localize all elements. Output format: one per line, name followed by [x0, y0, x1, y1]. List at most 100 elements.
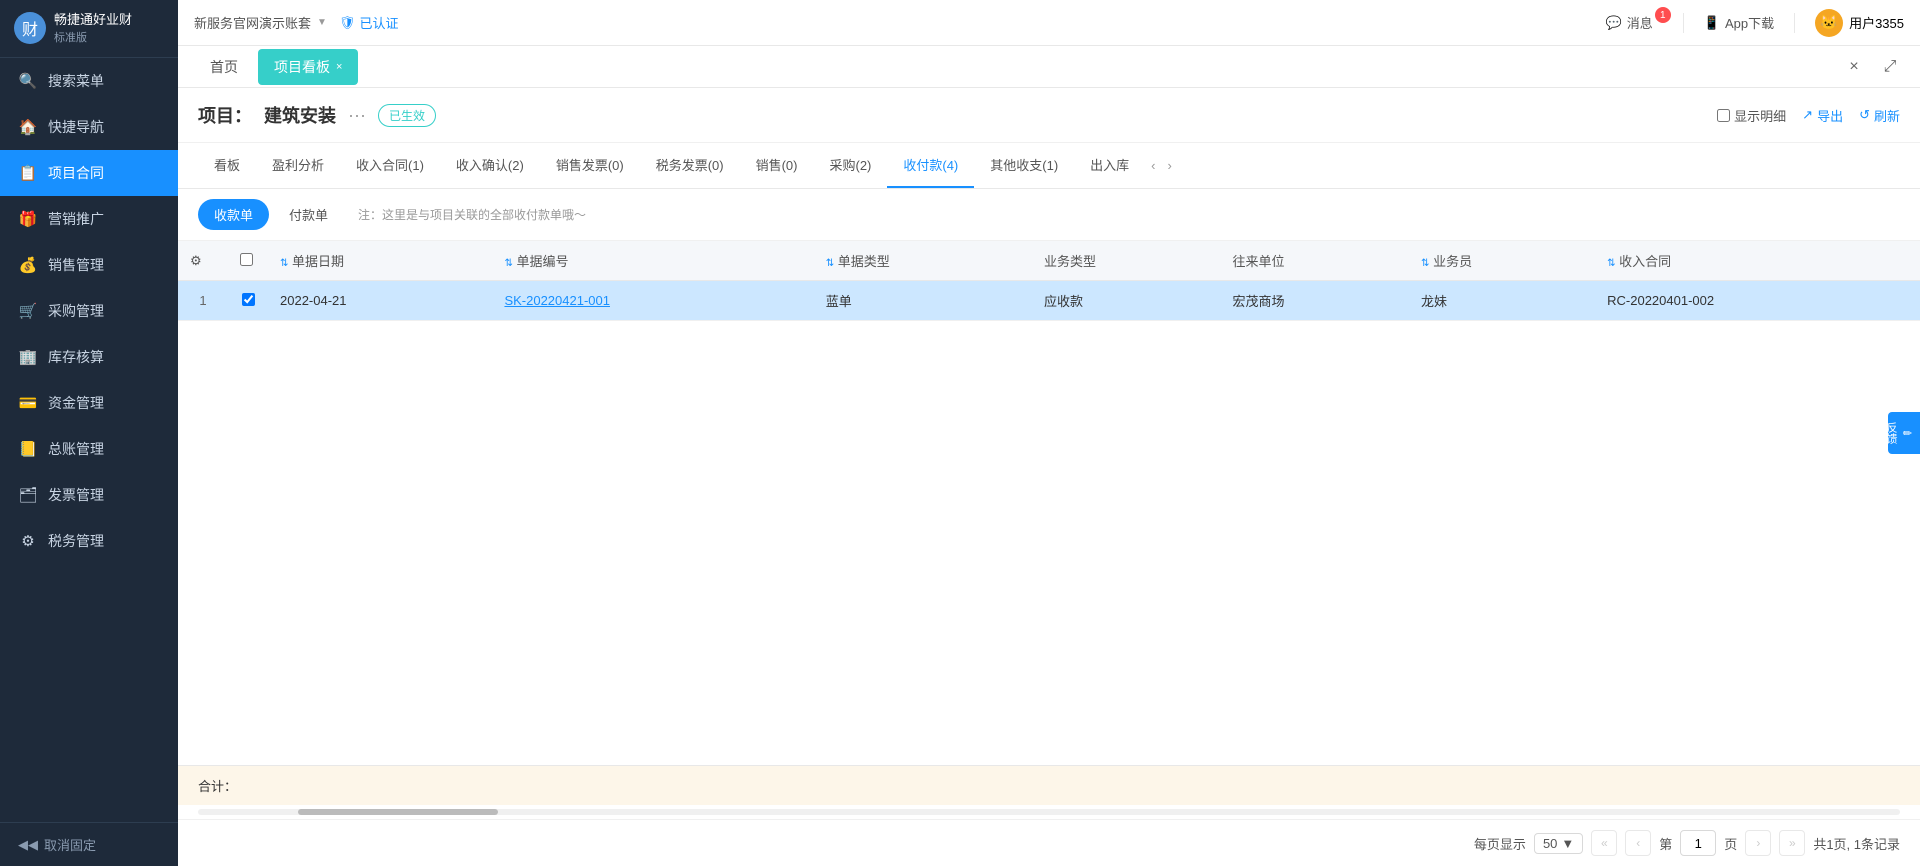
export-button[interactable]: ↗ 导出: [1802, 106, 1843, 125]
nav-tab-income-contract[interactable]: 收入合同(1): [340, 143, 440, 188]
show-detail-input[interactable]: [1717, 109, 1730, 122]
row-salesperson: 龙妹: [1409, 281, 1595, 321]
search-icon: 🔍: [18, 72, 38, 90]
prev-page-button[interactable]: ‹: [1625, 830, 1651, 856]
contract-icon: 📋: [18, 164, 38, 182]
row-business-type: 应收款: [1032, 281, 1221, 321]
sidebar-item-quicknav[interactable]: 🏠 快捷导航: [0, 104, 178, 150]
tab-home[interactable]: 首页: [194, 49, 254, 85]
username: 用户3355: [1849, 13, 1904, 32]
sidebar-item-purchase[interactable]: 🛒 采购管理: [0, 288, 178, 334]
verified-badge: 🛡 已认证: [339, 13, 399, 32]
user-menu[interactable]: 🐱 用户3355: [1815, 9, 1904, 37]
page-number-input[interactable]: [1680, 830, 1716, 856]
nav-tab-next-arrow[interactable]: ›: [1162, 146, 1178, 185]
sidebar: 财 畅捷通好业财 标准版 🔍 搜索菜单 🏠 快捷导航 📋 项目合同 🎁 营销推广…: [0, 0, 178, 866]
feedback-label: 反馈: [1883, 422, 1899, 444]
per-page-select[interactable]: 50 ▼: [1534, 833, 1583, 854]
row-number[interactable]: SK-20220421-001: [492, 281, 813, 321]
app-download-label: App下载: [1725, 13, 1774, 32]
checkbox-col-header: [228, 241, 268, 281]
per-page-value: 50: [1543, 836, 1557, 851]
main-area: 新服务官网演示账套 ▼ 🛡 已认证 💬 消息 1 📱 App下载 🐱 用: [178, 0, 1920, 866]
message-icon: 💬: [1606, 15, 1622, 31]
date-col-header[interactable]: ⇅ 单据日期: [268, 241, 492, 281]
marketing-icon: 🎁: [18, 210, 38, 228]
total-info: 共1页, 1条记录: [1813, 834, 1900, 853]
sort-icon: ⇅: [826, 258, 834, 269]
row-checkbox-cell[interactable]: [228, 281, 268, 321]
scrollbar-track: [198, 809, 1900, 815]
row-type: 蓝单: [814, 281, 1032, 321]
refresh-button[interactable]: ↺ 刷新: [1859, 106, 1900, 125]
sidebar-item-search[interactable]: 🔍 搜索菜单: [0, 58, 178, 104]
number-col-header[interactable]: ⇅ 单据编号: [492, 241, 813, 281]
sidebar-item-label: 税务管理: [48, 531, 104, 551]
sub-tab-receipt[interactable]: 收款单: [198, 199, 269, 230]
maximize-window-button[interactable]: ⤢: [1876, 53, 1904, 81]
topbar-left: 新服务官网演示账套 ▼ 🛡 已认证: [194, 13, 1606, 32]
sidebar-item-label: 项目合同: [48, 163, 104, 183]
messages-button[interactable]: 💬 消息 1: [1606, 13, 1663, 32]
show-detail-checkbox[interactable]: 显示明细: [1717, 106, 1786, 125]
table-row[interactable]: 1 2022-04-21 SK-20220421-001 蓝单 应收款 宏茂商场…: [178, 281, 1920, 321]
app-logo-icon: 财: [14, 12, 46, 44]
nav-tab-other-income[interactable]: 其他收支(1): [974, 143, 1074, 188]
nav-tab-sales-invoice[interactable]: 销售发票(0): [540, 143, 640, 188]
row-checkbox[interactable]: [242, 293, 255, 306]
row-number-link[interactable]: SK-20220421-001: [504, 293, 610, 308]
nav-tab-board[interactable]: 看板: [198, 143, 256, 188]
account-name: 新服务官网演示账套: [194, 13, 311, 32]
app-version: 标准版: [54, 29, 132, 45]
tab-project-label: 项目看板: [274, 57, 330, 77]
nav-tab-sales[interactable]: 销售(0): [740, 143, 814, 188]
sidebar-item-marketing[interactable]: 🎁 营销推广: [0, 196, 178, 242]
horizontal-scrollbar[interactable]: [178, 805, 1920, 819]
sidebar-item-projects[interactable]: 📋 项目合同: [0, 150, 178, 196]
sidebar-item-tax[interactable]: ⚙ 税务管理: [0, 518, 178, 564]
nav-tab-tax-invoice[interactable]: 税务发票(0): [640, 143, 740, 188]
sort-icon: ⇅: [280, 258, 288, 269]
nav-tab-warehouse[interactable]: 出入库: [1074, 143, 1145, 188]
message-count-badge: 1: [1655, 7, 1671, 23]
close-window-button[interactable]: ×: [1840, 53, 1868, 81]
tab-close-icon[interactable]: ×: [336, 61, 342, 73]
sidebar-item-sales[interactable]: 💰 销售管理: [0, 242, 178, 288]
first-page-button[interactable]: «: [1591, 830, 1617, 856]
sub-tab-payment[interactable]: 付款单: [273, 199, 344, 230]
sub-tabs: 收款单 付款单 注：这里是与项目关联的全部收付款单哦～: [178, 189, 1920, 241]
next-page-button[interactable]: ›: [1745, 830, 1771, 856]
select-all-checkbox[interactable]: [240, 253, 253, 266]
sidebar-item-ledger[interactable]: 📒 总账管理: [0, 426, 178, 472]
income-contract-col-header[interactable]: ⇅ 收入合同: [1595, 241, 1920, 281]
tab-project-board[interactable]: 项目看板 ×: [258, 49, 358, 85]
sidebar-item-invoice[interactable]: 🗂 发票管理: [0, 472, 178, 518]
last-page-button[interactable]: »: [1779, 830, 1805, 856]
app-download-button[interactable]: 📱 App下载: [1704, 13, 1774, 32]
sidebar-item-funds[interactable]: 💳 资金管理: [0, 380, 178, 426]
page-suffix: 页: [1724, 834, 1737, 853]
nav-tab-prev-arrow[interactable]: ‹: [1145, 146, 1161, 185]
sidebar-item-label: 营销推广: [48, 209, 104, 229]
topbar-right: 💬 消息 1 📱 App下载 🐱 用户3355: [1606, 9, 1904, 37]
type-col-header[interactable]: ⇅ 单据类型: [814, 241, 1032, 281]
topbar: 新服务官网演示账套 ▼ 🛡 已认证 💬 消息 1 📱 App下载 🐱 用: [178, 0, 1920, 46]
nav-tab-profit[interactable]: 盈利分析: [256, 143, 340, 188]
feedback-button[interactable]: ✏ 反馈: [1888, 412, 1920, 454]
home-icon: 🏠: [18, 118, 38, 136]
salesperson-col-header[interactable]: ⇅ 业务员: [1409, 241, 1595, 281]
sidebar-unpin-button[interactable]: ◀◀ 取消固定: [0, 822, 178, 866]
nav-tab-income-recognition[interactable]: 收入确认(2): [440, 143, 540, 188]
nav-tab-purchase[interactable]: 采购(2): [813, 143, 887, 188]
nav-tab-payment[interactable]: 收付款(4): [887, 143, 974, 188]
scrollbar-thumb[interactable]: [298, 809, 498, 815]
sidebar-item-inventory[interactable]: 🏢 库存核算: [0, 334, 178, 380]
funds-icon: 💳: [18, 394, 38, 412]
tab-home-label: 首页: [210, 57, 238, 77]
more-options-icon[interactable]: ···: [348, 105, 366, 126]
settings-col-header[interactable]: ⚙: [178, 241, 228, 281]
account-selector[interactable]: 新服务官网演示账套 ▼: [194, 13, 327, 32]
tax-icon: ⚙: [18, 532, 38, 550]
tab-bar: 首页 项目看板 × × ⤢: [178, 46, 1920, 88]
project-status-badge: 已生效: [378, 104, 436, 127]
